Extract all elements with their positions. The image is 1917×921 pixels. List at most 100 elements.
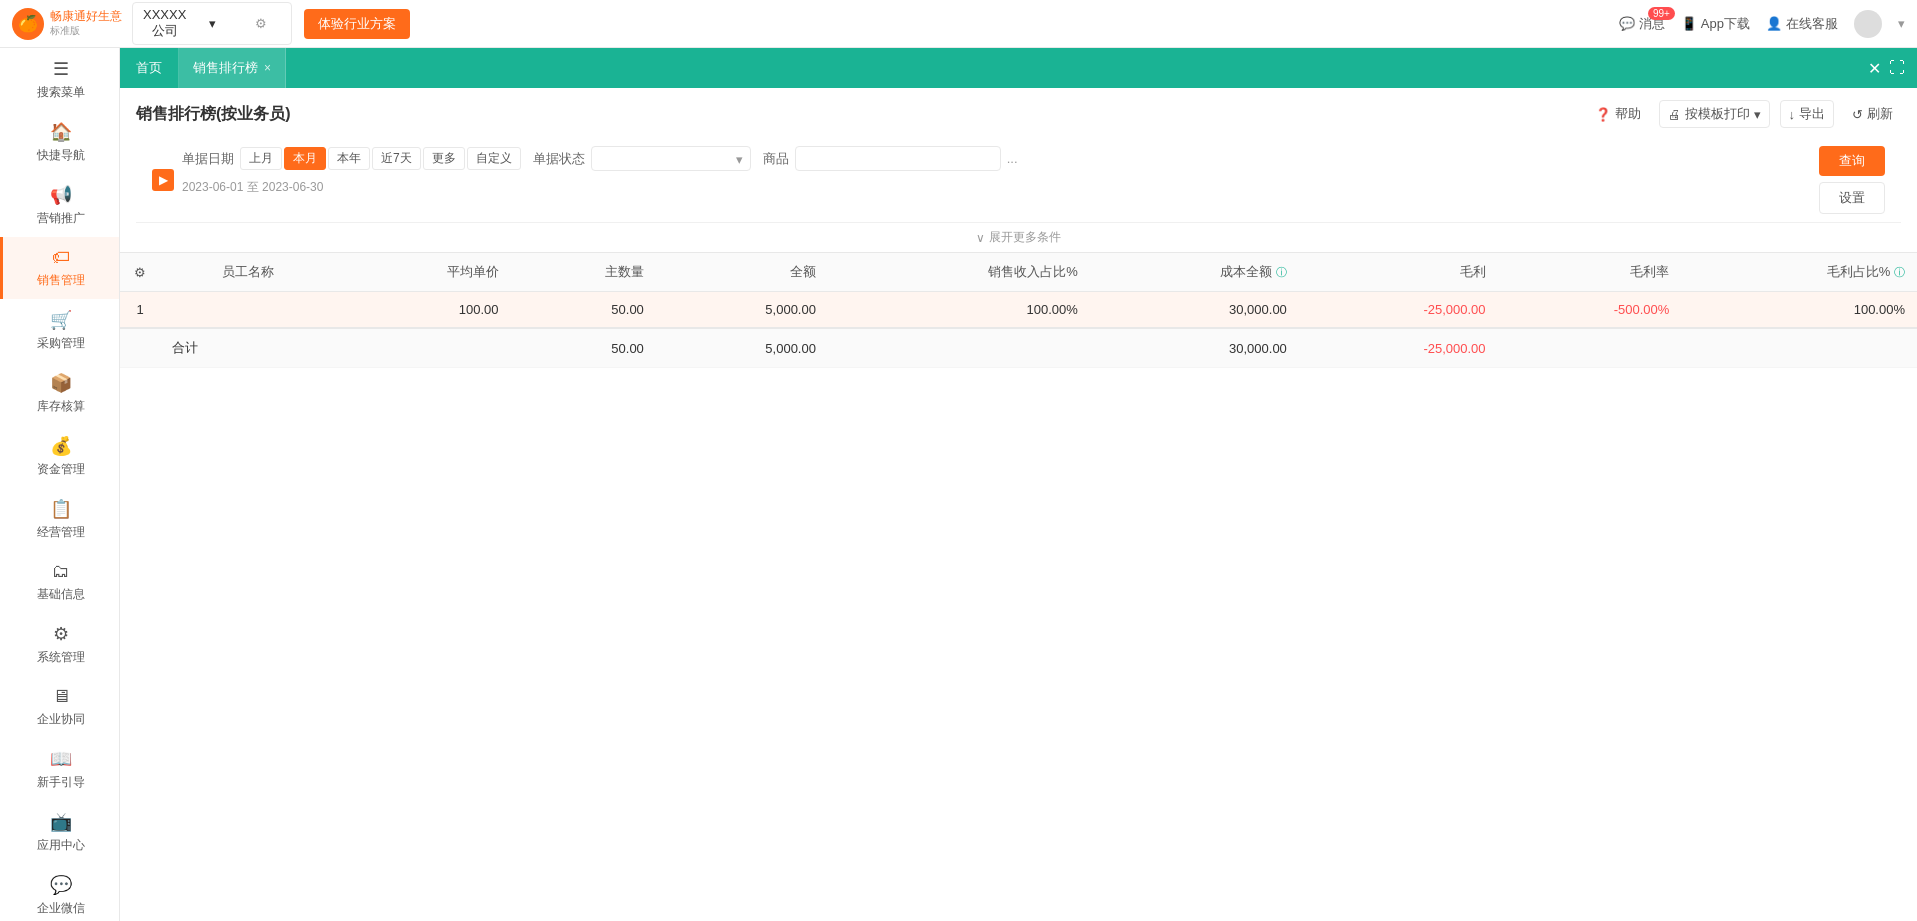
table-footer: 合计 50.00 5,000.00 30,000.00 -25,000.00	[120, 328, 1917, 368]
tab-close-btn[interactable]: ×	[264, 61, 271, 75]
sales-icon: 🏷	[52, 247, 70, 268]
avatar[interactable]	[1854, 10, 1882, 38]
app-download-btn[interactable]: 📱 App下载	[1681, 15, 1750, 33]
cell-profit-pct: 100.00%	[1681, 292, 1917, 329]
support-icon: 👤	[1766, 16, 1782, 31]
filter-right: 查询 设置	[1807, 146, 1885, 214]
sidebar-item-apps[interactable]: 📺 应用中心	[0, 801, 119, 864]
sidebar-item-sales[interactable]: 🏷 销售管理	[0, 237, 119, 299]
goods-more-icon[interactable]: ...	[1007, 151, 1018, 166]
th-amount: 全额	[656, 253, 828, 292]
sidebar-item-finance[interactable]: 💰 资金管理	[0, 425, 119, 488]
goods-input[interactable]	[795, 146, 1001, 171]
sidebar-item-collab[interactable]: 🖥 企业协同	[0, 676, 119, 738]
sidebar-item-wechat[interactable]: 💬 企业微信	[0, 864, 119, 921]
export-icon: ↓	[1789, 107, 1796, 122]
sidebar-label-inventory: 库存核算	[37, 398, 85, 415]
th-cost: 成本全额 ⓘ	[1090, 253, 1299, 292]
status-select[interactable]	[591, 146, 751, 171]
export-btn[interactable]: ↓ 导出	[1780, 100, 1835, 128]
table-body: 1 100.00 50.00 5,000.00 100.00% 30,000.0…	[120, 292, 1917, 329]
sidebar-label-sales: 销售管理	[37, 272, 85, 289]
footer-profit-pct	[1681, 328, 1917, 368]
content-area: 首页 销售排行榜 × ✕ ⛶ 销售排行榜(按业务员) ❓ 帮助	[120, 48, 1917, 921]
filter-top-row: 单据日期 上月 本月 本年 近7天 更多 自定义	[182, 146, 1807, 171]
table-row: 1 100.00 50.00 5,000.00 100.00% 30,000.0…	[120, 292, 1917, 329]
sidebar-item-marketing[interactable]: 📢 营销推广	[0, 174, 119, 237]
apps-icon: 📺	[50, 811, 72, 833]
company-selector[interactable]: XXXXX公司 ▾ ⚙	[132, 2, 292, 45]
sidebar-item-system[interactable]: ⚙ 系统管理	[0, 613, 119, 676]
help-btn[interactable]: ❓ 帮助	[1587, 101, 1649, 127]
th-name: 员工名称	[160, 253, 335, 292]
settings-btn[interactable]: 设置	[1819, 182, 1885, 214]
help-label: 帮助	[1615, 105, 1641, 123]
period-7days-btn[interactable]: 近7天	[372, 147, 421, 170]
page-header: 销售排行榜(按业务员) ❓ 帮助 🖨 按模板打印 ▾ ↓	[120, 88, 1917, 253]
refresh-label: 刷新	[1867, 105, 1893, 123]
th-profit: 毛利	[1299, 253, 1498, 292]
sidebar-item-inventory[interactable]: 📦 库存核算	[0, 362, 119, 425]
sidebar-item-management[interactable]: 📋 经营管理	[0, 488, 119, 551]
header-right: 💬 消息 99+ 📱 App下载 👤 在线客服 ▾	[1619, 10, 1905, 38]
refresh-icon: ↺	[1852, 107, 1863, 122]
expand-down-icon: ∨	[976, 231, 985, 245]
goods-filter-group: 商品 ...	[763, 146, 1018, 171]
company-dropdown-icon: ▾	[192, 16, 231, 31]
print-icon: 🖨	[1668, 107, 1681, 122]
period-more-btn[interactable]: 更多	[423, 147, 465, 170]
cell-main-qty: 50.00	[511, 292, 656, 329]
logo-text-block: 畅康通好生意 标准版	[50, 9, 122, 39]
th-avg-price: 平均单价	[335, 253, 510, 292]
footer-empty-1	[120, 328, 160, 368]
tab-bar-right: ✕ ⛶	[1868, 59, 1917, 78]
date-filter-label: 单据日期	[182, 150, 234, 168]
print-btn[interactable]: 🖨 按模板打印 ▾	[1659, 100, 1770, 128]
footer-profit-rate	[1498, 328, 1682, 368]
status-filter-group: 单据状态	[533, 146, 751, 171]
purchase-icon: 🛒	[50, 309, 72, 331]
query-btn[interactable]: 查询	[1819, 146, 1885, 176]
app-download-label: App下载	[1701, 15, 1750, 33]
page-content: 销售排行榜(按业务员) ❓ 帮助 🖨 按模板打印 ▾ ↓	[120, 88, 1917, 921]
sidebar-label-purchase: 采购管理	[37, 335, 85, 352]
tab-close-window-icon[interactable]: ✕	[1868, 59, 1881, 78]
goods-filter-label: 商品	[763, 150, 789, 168]
expand-more-btn[interactable]: ∨ 展开更多条件	[976, 229, 1061, 246]
period-custom-btn[interactable]: 自定义	[467, 147, 521, 170]
refresh-btn[interactable]: ↺ 刷新	[1844, 101, 1901, 127]
sidebar-item-search[interactable]: ☰ 搜索菜单	[0, 48, 119, 111]
sidebar: ☰ 搜索菜单 🏠 快捷导航 📢 营销推广 🏷 销售管理 🛒 采购管理 📦 库存核…	[0, 48, 120, 921]
top-header: 🍊 畅康通好生意 标准版 XXXXX公司 ▾ ⚙ 体验行业方案 💬 消息 99+…	[0, 0, 1917, 48]
management-icon: 📋	[50, 498, 72, 520]
message-btn[interactable]: 💬 消息 99+	[1619, 15, 1665, 33]
period-current-btn[interactable]: 本月	[284, 147, 326, 170]
cell-profit: -25,000.00	[1299, 292, 1498, 329]
tab-home[interactable]: 首页	[120, 48, 179, 88]
experience-btn[interactable]: 体验行业方案	[304, 9, 410, 39]
sidebar-item-purchase[interactable]: 🛒 采购管理	[0, 299, 119, 362]
sidebar-label-marketing: 营销推广	[37, 210, 85, 227]
sidebar-item-nav[interactable]: 🏠 快捷导航	[0, 111, 119, 174]
sidebar-item-guide[interactable]: 📖 新手引导	[0, 738, 119, 801]
sales-table: ⚙ 员工名称 平均单价 主数量 全额 销售收入占比% 成本全额 ⓘ 毛利 毛利率…	[120, 253, 1917, 368]
period-year-btn[interactable]: 本年	[328, 147, 370, 170]
filter-left: 单据日期 上月 本月 本年 近7天 更多 自定义	[182, 146, 1807, 196]
th-settings[interactable]: ⚙	[120, 253, 160, 292]
tab-sales-ranking[interactable]: 销售排行榜 ×	[179, 48, 286, 88]
collab-icon: 🖥	[52, 686, 70, 707]
sidebar-label-guide: 新手引导	[37, 774, 85, 791]
sidebar-label-apps: 应用中心	[37, 837, 85, 854]
sidebar-item-basic[interactable]: 🗂 基础信息	[0, 551, 119, 613]
period-prev-btn[interactable]: 上月	[240, 147, 282, 170]
sidebar-label-system: 系统管理	[37, 649, 85, 666]
settings-icon[interactable]: ⚙	[242, 16, 281, 31]
print-label: 按模板打印	[1685, 105, 1750, 123]
cell-profit-rate: -500.00%	[1498, 292, 1682, 329]
main-layout: ☰ 搜索菜单 🏠 快捷导航 📢 营销推广 🏷 销售管理 🛒 采购管理 📦 库存核…	[0, 48, 1917, 921]
tab-fullscreen-icon[interactable]: ⛶	[1889, 59, 1905, 77]
online-support-btn[interactable]: 👤 在线客服	[1766, 15, 1838, 33]
sidebar-label-collab: 企业协同	[37, 711, 85, 728]
filter-collapse-btn[interactable]: ▶	[152, 169, 174, 191]
cell-cost: 30,000.00	[1090, 292, 1299, 329]
